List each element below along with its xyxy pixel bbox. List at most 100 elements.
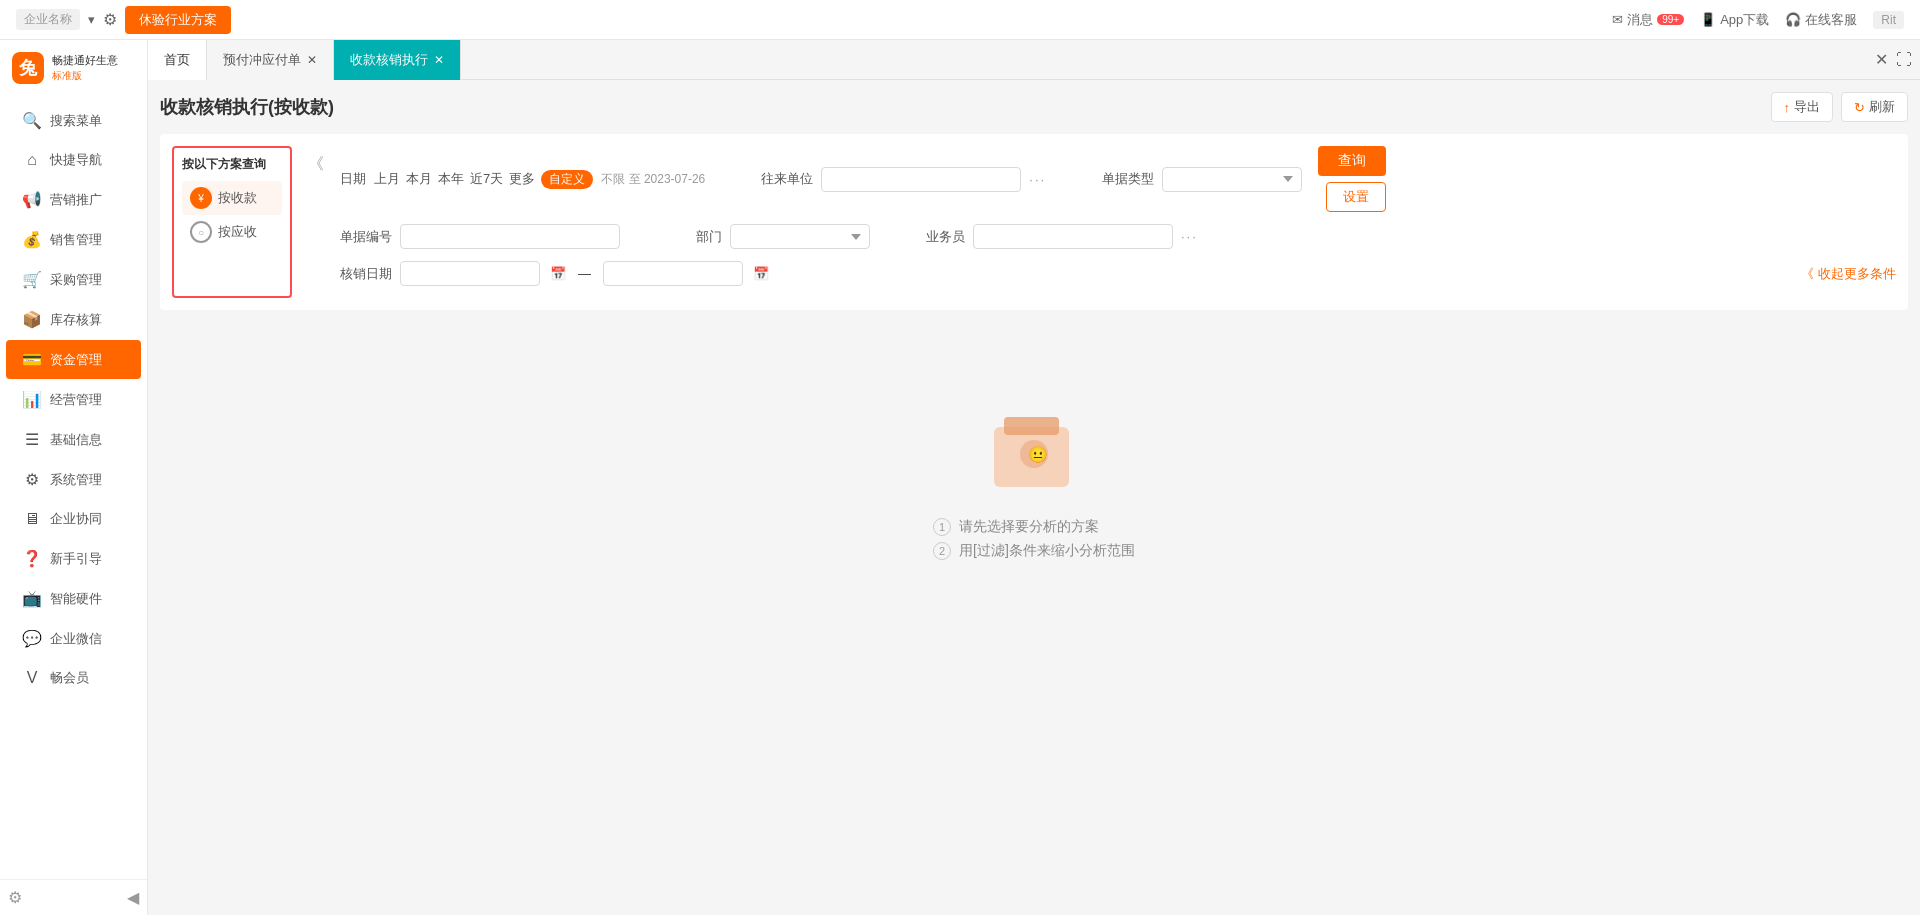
sidebar-item-guide[interactable]: ❓ 新手引导 [6, 539, 141, 578]
settings-bottom-icon[interactable]: ⚙ [8, 888, 22, 907]
empty-hints: 1 请先选择要分析的方案 2 用[过滤]条件来缩小分析范围 [933, 518, 1135, 560]
docno-input[interactable] [400, 224, 620, 249]
weixin-icon: 💬 [22, 629, 42, 648]
content-area: 首页 预付冲应付单 ✕ 收款核销执行 ✕ ✕ ⛶ 收款核销执行(按收款) ↑ [148, 40, 1920, 915]
collapse-more-label: 收起更多条件 [1818, 265, 1896, 283]
filter-docno-group: 单据编号 [340, 224, 620, 249]
logo-text-block: 畅捷通好生意 标准版 [52, 53, 118, 82]
sidebar-label-collab: 企业协同 [50, 510, 102, 528]
page-header: 收款核销执行(按收款) ↑ 导出 ↻ 刷新 [160, 92, 1908, 122]
verify-date-start-calendar[interactable]: 📅 [550, 266, 566, 281]
filter-option-by-receivable[interactable]: ○ 按应收 [182, 215, 282, 249]
date-link-this-year[interactable]: 本年 [438, 170, 464, 189]
collapse-sidebar-icon[interactable]: ◀ [127, 888, 139, 907]
date-link-last-month[interactable]: 上月 [374, 170, 400, 189]
sidebar-label-search: 搜索菜单 [50, 112, 102, 130]
doctype-select[interactable] [1162, 167, 1302, 192]
tab-receivable[interactable]: 收款核销执行 ✕ [334, 40, 461, 80]
salesperson-input[interactable] [973, 224, 1173, 249]
message-button[interactable]: ✉ 消息 99+ [1612, 11, 1684, 29]
verify-date-start-input[interactable]: 2023-03-01 [400, 261, 540, 286]
page-header-actions: ↑ 导出 ↻ 刷新 [1771, 92, 1909, 122]
filter-verify-date-group: 核销日期 2023-03-01 📅 — 2023-07-21 📅 [340, 261, 769, 286]
app-download-button[interactable]: 📱 App下载 [1700, 11, 1769, 29]
collapse-filter-button[interactable]: 《 [304, 150, 328, 179]
dropdown-icon[interactable]: ▾ [88, 12, 95, 27]
date-custom-tag[interactable]: 自定义 [541, 170, 593, 189]
industry-button[interactable]: 休验行业方案 [125, 6, 231, 34]
gear-icon[interactable]: ⚙ [103, 10, 117, 29]
counterparty-dots[interactable]: ··· [1029, 172, 1046, 187]
sidebar-item-hardware[interactable]: 📺 智能硬件 [6, 579, 141, 618]
home-icon: ⌂ [22, 151, 42, 169]
date-links: 上月 本月 本年 近7天 更多 自定义 [374, 170, 593, 189]
sidebar-label-finance: 资金管理 [50, 351, 102, 369]
collapse-chevron-icon: 《 [1801, 265, 1814, 283]
sidebar-item-basicinfo[interactable]: ☰ 基础信息 [6, 420, 141, 459]
filter-option-by-receipt[interactable]: ¥ 按收款 [182, 181, 282, 215]
expand-tab-button[interactable]: ⛶ [1896, 51, 1912, 69]
date-link-7days[interactable]: 近7天 [470, 170, 503, 189]
message-badge: 99+ [1657, 14, 1684, 25]
tab-receivable-close[interactable]: ✕ [434, 53, 444, 67]
filter-panel: 按以下方案查询 ¥ 按收款 ○ 按应收 《 [160, 134, 1908, 310]
filter-row-2: 单据编号 部门 业务员 ··· [340, 224, 1896, 249]
sidebar-label-management: 经营管理 [50, 391, 102, 409]
sidebar-label-hardware: 智能硬件 [50, 590, 102, 608]
online-service-label: 在线客服 [1805, 11, 1857, 29]
sidebar-item-system[interactable]: ⚙ 系统管理 [6, 460, 141, 499]
receipt-icon: ¥ [190, 187, 212, 209]
sidebar-item-inventory[interactable]: 📦 库存核算 [6, 300, 141, 339]
sidebar-item-finance[interactable]: 💳 资金管理 [6, 340, 141, 379]
empty-hint-1: 1 请先选择要分析的方案 [933, 518, 1135, 536]
sidebar-item-management[interactable]: 📊 经营管理 [6, 380, 141, 419]
sidebar-label-member: 畅会员 [50, 669, 89, 687]
main-layout: 兔 畅捷通好生意 标准版 🔍 搜索菜单 ⌂ 快捷导航 📢 营销推广 💰 销售管理 [0, 40, 1920, 915]
user-avatar[interactable]: Rit [1873, 11, 1904, 29]
verify-date-end-input[interactable]: 2023-07-21 [603, 261, 743, 286]
close-tab-button[interactable]: ✕ [1875, 50, 1888, 69]
sidebar-label-purchase: 采购管理 [50, 271, 102, 289]
empty-hint-1-text: 请先选择要分析的方案 [959, 518, 1099, 536]
salesperson-dots[interactable]: ··· [1181, 229, 1198, 244]
sidebar-item-purchase[interactable]: 🛒 采购管理 [6, 260, 141, 299]
refresh-label: 刷新 [1869, 98, 1895, 116]
verify-date-end-calendar[interactable]: 📅 [753, 266, 769, 281]
sidebar-item-search[interactable]: 🔍 搜索菜单 [6, 101, 141, 140]
sidebar-item-collab[interactable]: 🖥 企业协同 [6, 500, 141, 538]
filter-settings-button[interactable]: 设置 [1326, 182, 1386, 212]
sidebar-item-marketing[interactable]: 📢 营销推广 [6, 180, 141, 219]
department-select[interactable] [730, 224, 870, 249]
filter-row-1: 日期 上月 本月 本年 近7天 更多 自定义 不限 至 2023-07-26 [340, 146, 1896, 212]
message-icon: ✉ [1612, 12, 1623, 27]
export-icon: ↑ [1784, 100, 1791, 115]
sidebar-label-guide: 新手引导 [50, 550, 102, 568]
app-version: 标准版 [52, 69, 118, 83]
refresh-button[interactable]: ↻ 刷新 [1841, 92, 1908, 122]
sidebar-item-sales[interactable]: 💰 销售管理 [6, 220, 141, 259]
empty-state: 😐 1 请先选择要分析的方案 2 用[过滤]条件来缩小分析范围 [160, 322, 1908, 640]
sidebar-item-weixin[interactable]: 💬 企业微信 [6, 619, 141, 658]
collapse-more-button[interactable]: 《 收起更多条件 [1801, 265, 1896, 283]
marketing-icon: 📢 [22, 190, 42, 209]
app-name: 畅捷通好生意 [52, 53, 118, 68]
sidebar-item-member[interactable]: V 畅会员 [6, 659, 141, 697]
query-button[interactable]: 查询 [1318, 146, 1386, 176]
app-icon: 📱 [1700, 12, 1716, 27]
filter-sidebar: 按以下方案查询 ¥ 按收款 ○ 按应收 [172, 146, 292, 298]
tab-home[interactable]: 首页 [148, 40, 207, 80]
tab-prepay-close[interactable]: ✕ [307, 53, 317, 67]
online-service-button[interactable]: 🎧 在线客服 [1785, 11, 1857, 29]
system-icon: ⚙ [22, 470, 42, 489]
date-range-separator: — [578, 266, 591, 281]
export-button[interactable]: ↑ 导出 [1771, 92, 1834, 122]
tab-prepay[interactable]: 预付冲应付单 ✕ [207, 40, 334, 80]
filter-right-buttons: 查询 设置 [1318, 146, 1386, 212]
sidebar-item-quicknav[interactable]: ⌂ 快捷导航 [6, 141, 141, 179]
date-link-more[interactable]: 更多 [509, 170, 535, 189]
counterparty-input[interactable] [821, 167, 1021, 192]
doctype-label: 单据类型 [1102, 170, 1154, 188]
app-download-label: App下载 [1720, 11, 1769, 29]
date-link-this-month[interactable]: 本月 [406, 170, 432, 189]
page-content: 收款核销执行(按收款) ↑ 导出 ↻ 刷新 按以下方案查询 [148, 80, 1920, 915]
